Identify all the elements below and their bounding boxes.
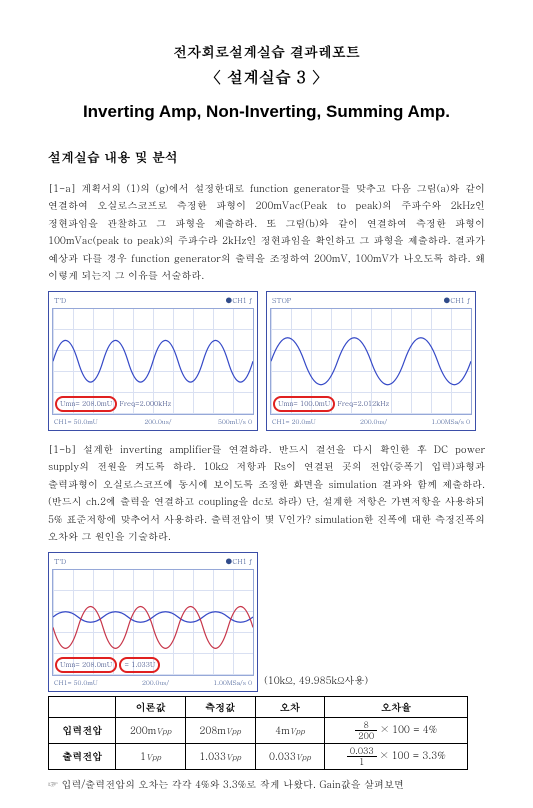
scope-top-right: ●CH1 ƒ (225, 556, 252, 567)
scope-top-right: ●CH1 ƒ (225, 295, 252, 306)
scope-screen: Umn= 208.0mU = 1.033U (52, 569, 254, 675)
paragraph-1a: [1-a] 계획서의 (1)의 (g)에서 설정한대로 function gen… (48, 180, 485, 285)
table-header: 이론값 (116, 696, 185, 717)
scope-readout-highlight: Umn= 208.0mU (55, 396, 117, 411)
scope-bot-right: 1.00MSa/s 0 (431, 417, 470, 427)
table-cell: 0.0331 × 100 = 3.3% (325, 743, 468, 769)
oscilloscope-a: T'D ●CH1 ƒ Umn= 208.0mU Freq=2.000kHz CH… (48, 291, 258, 431)
scope-bottom-bar: CH1= 50.0mU 200.0us/ 1.00MSa/s 0 (52, 678, 254, 688)
footnote: ☞ 입력/출력전압의 오차는 각각 4%와 3.3%로 작게 나왔다. Gain… (48, 776, 485, 792)
table-header: 오차 (255, 696, 325, 717)
scope-top-left: STOP (272, 295, 291, 306)
scope-bot-right: 1.00MSa/s 0 (213, 678, 252, 688)
paragraph-1b: [1-b] 설계한 inverting amplifier를 연결하라. 반드시… (48, 441, 485, 546)
scope-row-2: T'D ●CH1 ƒ Umn= 208.0mU = 1.033U CH1= 50… (48, 552, 485, 692)
scope-top-bar: T'D ●CH1 ƒ (52, 556, 254, 567)
table-row: 입력전압 200mVpp 208mVpp 4mVpp 8200 × 100 = … (49, 717, 468, 743)
scope-bot-mid: 200.0us/ (360, 417, 387, 427)
scope-bot-mid: 200.0us/ (144, 417, 171, 427)
table-cell: 200mVpp (116, 717, 185, 743)
table-header (49, 696, 116, 717)
table-cell: 4mVpp (255, 717, 325, 743)
scope-top-right: ●CH1 ƒ (443, 295, 470, 306)
report-subtitle: 〈 설계실습 3 〉 (48, 64, 485, 90)
table-cell: 8200 × 100 = 4% (325, 717, 468, 743)
scope-top-left: T'D (54, 295, 66, 306)
scope-screen: Umn= 100.0mU Freq=2.012kHz (270, 308, 472, 414)
scope-top-left: T'D (54, 556, 66, 567)
table-cell: 출력전압 (49, 743, 116, 769)
oscilloscope-c: T'D ●CH1 ƒ Umn= 208.0mU = 1.033U CH1= 50… (48, 552, 258, 692)
scope-row-1: T'D ●CH1 ƒ Umn= 208.0mU Freq=2.000kHz CH… (48, 291, 485, 431)
table-cell: 0.033Vpp (255, 743, 325, 769)
scope-bottom-bar: CH1= 50.0mU 200.0us/ 500mU/s 0 (52, 417, 254, 427)
scope-top-bar: STOP ●CH1 ƒ (270, 295, 472, 306)
scope-top-bar: T'D ●CH1 ƒ (52, 295, 254, 306)
scope-bot-left: CH1= 50.0mU (54, 678, 98, 688)
title-block: 전자회로설계실습 결과레포트 〈 설계실습 3 〉 Inverting Amp,… (48, 40, 485, 125)
scope-bot-left: CH1= 50.0mU (54, 417, 98, 427)
document-page: 전자회로설계실습 결과레포트 〈 설계실습 3 〉 Inverting Amp,… (0, 0, 533, 808)
table-cell: 입력전압 (49, 717, 116, 743)
table-header: 오차율 (325, 696, 468, 717)
table-header: 측정값 (185, 696, 255, 717)
table-cell: 1Vpp (116, 743, 185, 769)
section-heading: 설계실습 내용 및 분석 (48, 147, 485, 168)
table-cell: 208mVpp (185, 717, 255, 743)
results-table: 이론값 측정값 오차 오차율 입력전압 200mVpp 208mVpp 4mVp… (48, 696, 468, 770)
table-cell: 1.033Vpp (185, 743, 255, 769)
scope-screen: Umn= 208.0mU Freq=2.000kHz (52, 308, 254, 414)
scope-bot-mid: 200.0us/ (142, 678, 169, 688)
scope-c-note: (10kΩ, 49.985kΩ사용) (264, 672, 368, 692)
table-row: 출력전압 1Vpp 1.033Vpp 0.033Vpp 0.0331 × 100… (49, 743, 468, 769)
scope-readout-freq: Freq=2.012kHz (337, 398, 389, 408)
scope-readout-highlight-2: = 1.033U (119, 657, 160, 672)
scope-bottom-bar: CH1= 20.0mU 200.0us/ 1.00MSa/s 0 (270, 417, 472, 427)
scope-readout: Umn= 100.0mU Freq=2.012kHz (273, 396, 389, 411)
scope-bot-left: CH1= 20.0mU (272, 417, 316, 427)
scope-readout-highlight: Umn= 208.0mU (55, 657, 117, 672)
table-row: 이론값 측정값 오차 오차율 (49, 696, 468, 717)
scope-readout-freq: Freq=2.000kHz (119, 398, 171, 408)
scope-bot-right: 500mU/s 0 (218, 417, 252, 427)
scope-readout: Umn= 208.0mU = 1.033U (55, 657, 160, 672)
scope-readout-highlight: Umn= 100.0mU (273, 396, 335, 411)
oscilloscope-b: STOP ●CH1 ƒ Umn= 100.0mU Freq=2.012kHz C… (266, 291, 476, 431)
report-title-kr: 전자회로설계실습 결과레포트 (48, 40, 485, 62)
report-title-en: Inverting Amp, Non-Inverting, Summing Am… (48, 98, 485, 125)
scope-readout: Umn= 208.0mU Freq=2.000kHz (55, 396, 171, 411)
